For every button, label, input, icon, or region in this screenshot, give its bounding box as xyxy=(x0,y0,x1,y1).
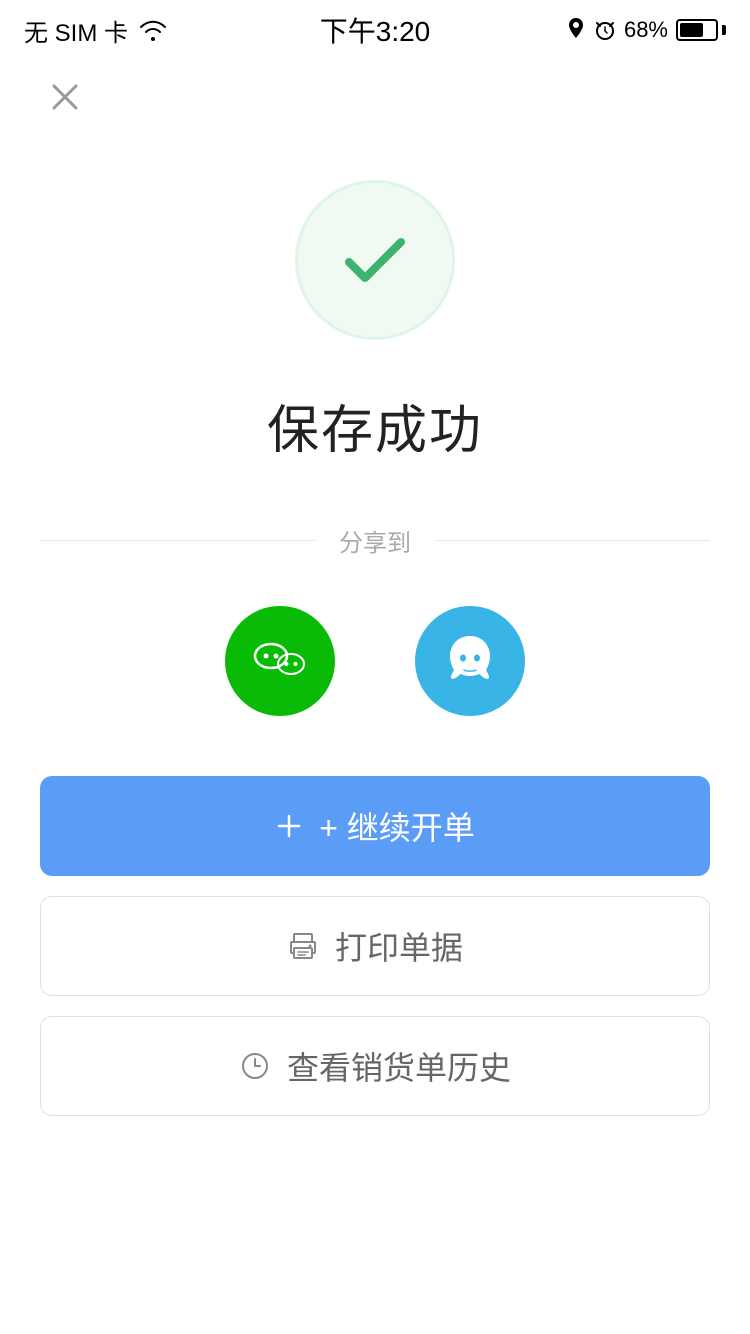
location-icon xyxy=(566,18,586,42)
history-icon xyxy=(239,1050,271,1082)
success-title: 保存成功 xyxy=(267,388,483,463)
plus-icon xyxy=(275,812,303,840)
history-label: 查看销货单历史 xyxy=(287,1043,511,1089)
main-content: 保存成功 分享到 xyxy=(0,60,750,1116)
status-right: 68% xyxy=(566,17,726,43)
qq-share-button[interactable] xyxy=(415,606,525,716)
print-label: 打印单据 xyxy=(335,923,463,969)
close-button[interactable] xyxy=(40,72,90,122)
wechat-icon-svg xyxy=(245,626,315,696)
checkmark-icon xyxy=(335,220,415,300)
status-left: 无 SIM 卡 xyxy=(24,13,168,48)
status-bar: 无 SIM 卡 下午3:20 68% xyxy=(0,0,750,60)
history-button[interactable]: 查看销货单历史 xyxy=(40,1016,710,1116)
wifi-icon xyxy=(138,19,168,41)
battery-text: 68% xyxy=(624,17,668,43)
divider-line-left xyxy=(40,540,315,541)
success-icon-circle xyxy=(295,180,455,340)
buttons-section: + 继续开单 打印单据 xyxy=(0,776,750,1116)
continue-label: + 继续开单 xyxy=(319,803,475,849)
print-button[interactable]: 打印单据 xyxy=(40,896,710,996)
share-section: 分享到 xyxy=(0,523,750,716)
battery-indicator xyxy=(676,19,726,41)
printer-icon xyxy=(287,930,319,962)
status-time: 下午3:20 xyxy=(320,10,431,50)
qq-icon-svg xyxy=(435,626,505,696)
share-divider: 分享到 xyxy=(0,523,750,558)
carrier-text: 无 SIM 卡 xyxy=(24,13,128,48)
share-icons xyxy=(225,606,525,716)
continue-button[interactable]: + 继续开单 xyxy=(40,776,710,876)
alarm-icon xyxy=(594,19,616,41)
wechat-share-button[interactable] xyxy=(225,606,335,716)
divider-line-right xyxy=(435,540,710,541)
share-label: 分享到 xyxy=(315,523,435,558)
